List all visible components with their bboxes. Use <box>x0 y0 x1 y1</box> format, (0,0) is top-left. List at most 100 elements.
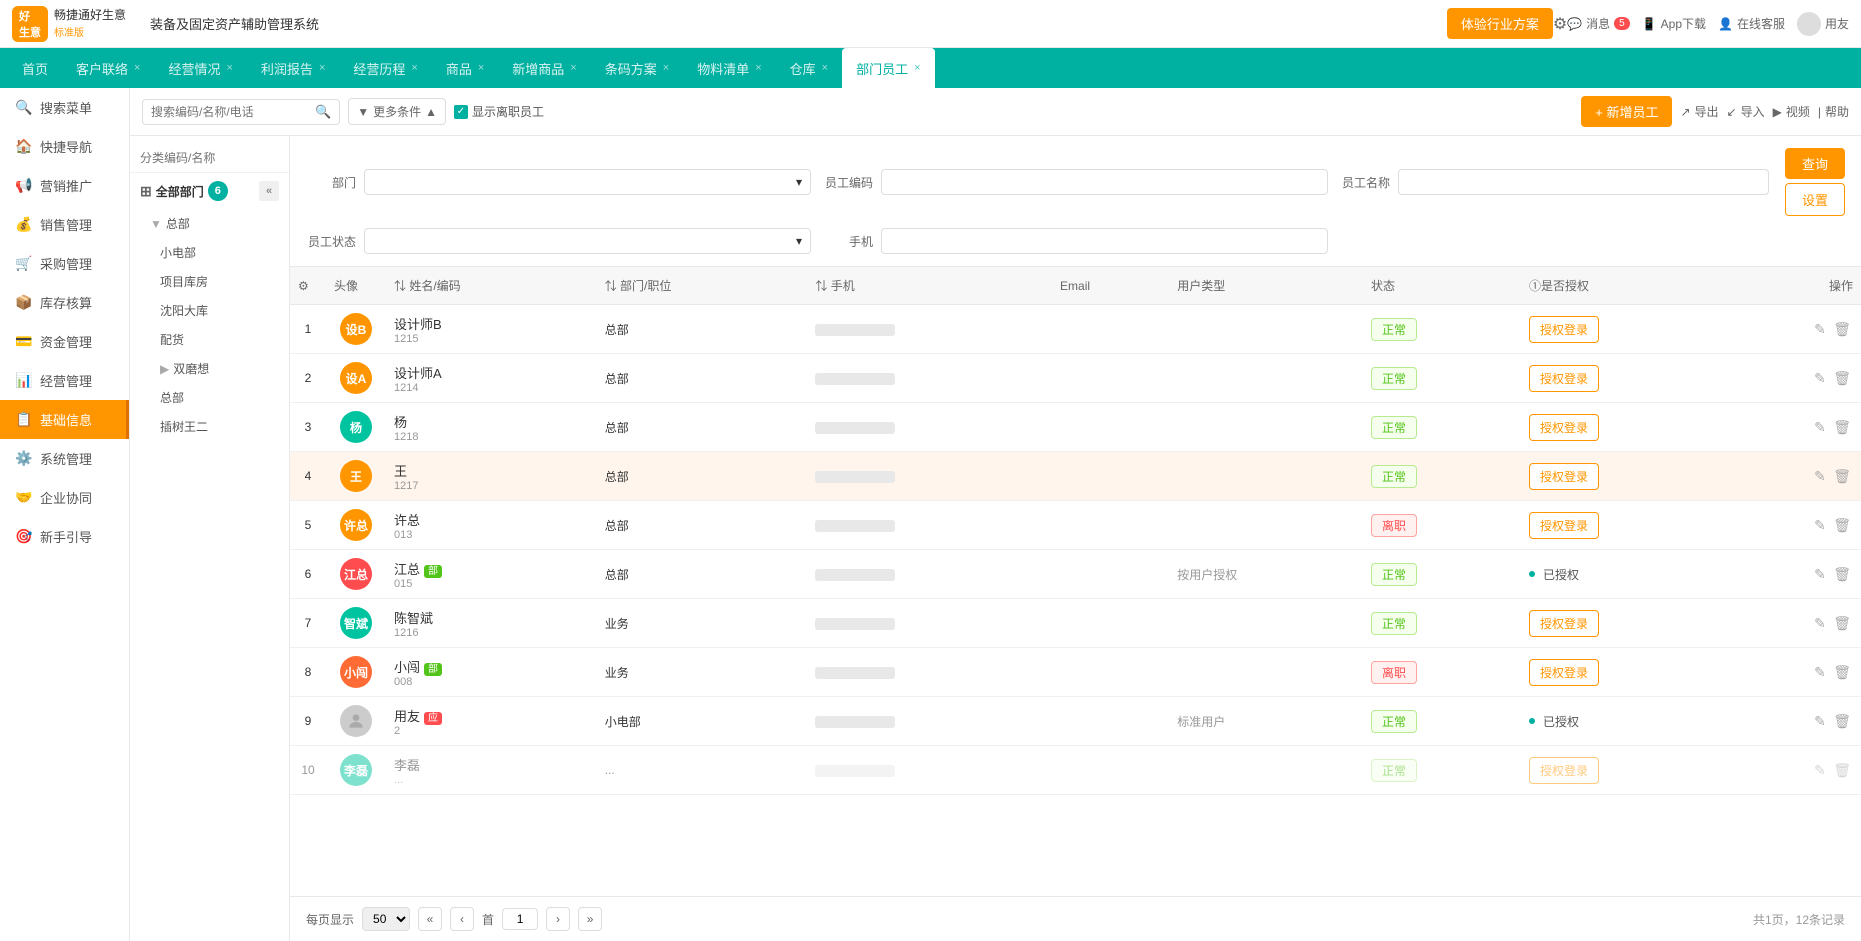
query-button[interactable]: 查询 <box>1785 148 1845 179</box>
tab-employees[interactable]: 部门员工× <box>842 48 934 88</box>
tab-bom[interactable]: 物料清单× <box>683 48 775 88</box>
close-icon[interactable]: × <box>134 62 140 74</box>
close-icon[interactable]: × <box>411 62 417 74</box>
delete-icon[interactable]: 🗑 <box>1833 762 1851 778</box>
close-icon[interactable]: × <box>319 62 325 74</box>
auth-login-button[interactable]: 授权登录 <box>1529 316 1599 343</box>
dept-item-shuangmoxiang[interactable]: ▶双磨想 <box>130 354 289 383</box>
delete-icon[interactable]: 🗑 <box>1833 615 1851 631</box>
close-icon[interactable]: × <box>914 62 920 74</box>
auth-login-button[interactable]: 授权登录 <box>1529 414 1599 441</box>
auth-login-button[interactable]: 授权登录 <box>1529 463 1599 490</box>
edit-icon[interactable]: ✎ <box>1814 370 1826 386</box>
status-filter-select[interactable]: ▾ <box>364 228 811 254</box>
collapse-dept-button[interactable]: « <box>259 181 279 201</box>
help-button[interactable]: | 帮助 <box>1818 103 1849 120</box>
sidebar-item-inventory[interactable]: 📦 库存核算 <box>0 283 129 322</box>
sidebar-item-sales[interactable]: 💰 销售管理 <box>0 205 129 244</box>
more-filter-button[interactable]: ▼ 更多条件 ▲ <box>348 98 446 125</box>
message-button[interactable]: 💬 消息 5 <box>1567 15 1630 32</box>
tab-warehouse[interactable]: 仓库× <box>776 48 842 88</box>
delete-icon[interactable]: 🗑 <box>1833 468 1851 484</box>
edit-icon[interactable]: ✎ <box>1814 321 1826 337</box>
col-dept[interactable]: ⇅ 部门/职位 <box>597 267 808 305</box>
delete-icon[interactable]: 🗑 <box>1833 713 1851 729</box>
close-icon[interactable]: × <box>663 62 669 74</box>
edit-icon[interactable]: ✎ <box>1814 419 1826 435</box>
sidebar-item-system[interactable]: ⚙️ 系统管理 <box>0 439 129 478</box>
dept-item-xiaodibu[interactable]: 小电部 <box>130 238 289 267</box>
empcode-filter-input[interactable] <box>881 169 1328 195</box>
edit-icon[interactable]: ✎ <box>1814 762 1826 778</box>
dept-all-header[interactable]: ⊞ 全部部门 6 « <box>130 173 289 209</box>
dept-item-peihuo[interactable]: 配货 <box>130 325 289 354</box>
delete-icon[interactable]: 🗑 <box>1833 419 1851 435</box>
edit-icon[interactable]: ✎ <box>1814 468 1826 484</box>
delete-icon[interactable]: 🗑 <box>1833 517 1851 533</box>
first-page-button[interactable]: « <box>418 907 442 931</box>
tab-home[interactable]: 首页 <box>8 48 62 88</box>
close-icon[interactable]: × <box>570 62 576 74</box>
delete-icon[interactable]: 🗑 <box>1833 566 1851 582</box>
auth-login-button[interactable]: 授权登录 <box>1529 610 1599 637</box>
export-button[interactable]: ↗ 导出 <box>1680 103 1718 120</box>
col-phone[interactable]: ⇅ 手机 <box>807 267 1052 305</box>
page-number-input[interactable] <box>502 908 538 930</box>
dept-item-chashuwanger[interactable]: 插树王二 <box>130 412 289 441</box>
edit-icon[interactable]: ✎ <box>1814 517 1826 533</box>
per-page-select[interactable]: 50 <box>362 907 410 931</box>
dept-item-zongbu[interactable]: ▼总部 <box>130 209 289 238</box>
sidebar-item-search[interactable]: 🔍 搜索菜单 <box>0 88 129 127</box>
edit-icon[interactable]: ✎ <box>1814 713 1826 729</box>
next-page-button[interactable]: › <box>546 907 570 931</box>
auth-login-button[interactable]: 授权登录 <box>1529 757 1599 784</box>
dept-item-zongbu2[interactable]: 总部 <box>130 383 289 412</box>
tab-profit[interactable]: 利润报告× <box>247 48 339 88</box>
tab-barcode[interactable]: 条码方案× <box>591 48 683 88</box>
online-service-button[interactable]: 👤 在线客服 <box>1718 15 1785 32</box>
dept-item-shenyangdaku[interactable]: 沈阳大库 <box>130 296 289 325</box>
close-icon[interactable]: × <box>226 62 232 74</box>
col-settings[interactable]: ⚙ <box>290 267 326 305</box>
close-icon[interactable]: × <box>478 62 484 74</box>
dept-filter-select[interactable]: ▾ <box>364 169 811 195</box>
tab-add-goods[interactable]: 新增商品× <box>498 48 590 88</box>
sidebar-item-nav[interactable]: 🏠 快捷导航 <box>0 127 129 166</box>
delete-icon[interactable]: 🗑 <box>1833 664 1851 680</box>
user-area[interactable]: 用友 <box>1797 12 1849 36</box>
sidebar-item-collab[interactable]: 🤝 企业协同 <box>0 478 129 517</box>
sidebar-item-marketing[interactable]: 📢 营销推广 <box>0 166 129 205</box>
dept-search[interactable]: 🔍 <box>130 144 289 173</box>
tab-operation[interactable]: 经营情况× <box>154 48 246 88</box>
view-button[interactable]: ▶ 视频 <box>1773 103 1810 120</box>
try-industry-button[interactable]: 体验行业方案 <box>1447 8 1553 39</box>
sidebar-item-basic[interactable]: 📋 基础信息 <box>0 400 129 439</box>
auth-login-button[interactable]: 授权登录 <box>1529 659 1599 686</box>
gear-icon[interactable]: ⚙ <box>1553 14 1567 34</box>
last-page-button[interactable]: » <box>578 907 602 931</box>
close-icon[interactable]: × <box>755 62 761 74</box>
sidebar-item-guide[interactable]: 🎯 新手引导 <box>0 517 129 556</box>
tab-customer[interactable]: 客户联络× <box>62 48 154 88</box>
auth-login-button[interactable]: 授权登录 <box>1529 512 1599 539</box>
reset-button[interactable]: 设置 <box>1785 183 1845 216</box>
edit-icon[interactable]: ✎ <box>1814 615 1826 631</box>
empname-filter-input[interactable] <box>1398 169 1769 195</box>
phone-filter-input[interactable] <box>881 228 1328 254</box>
sidebar-item-management[interactable]: 📊 经营管理 <box>0 361 129 400</box>
close-icon[interactable]: × <box>822 62 828 74</box>
tab-goods[interactable]: 商品× <box>432 48 498 88</box>
import-button[interactable]: ↙ 导入 <box>1727 103 1765 120</box>
delete-icon[interactable]: 🗑 <box>1833 321 1851 337</box>
dept-search-input[interactable] <box>140 151 290 165</box>
auth-login-button[interactable]: 授权登录 <box>1529 365 1599 392</box>
delete-icon[interactable]: 🗑 <box>1833 370 1851 386</box>
sidebar-item-purchase[interactable]: 🛒 采购管理 <box>0 244 129 283</box>
edit-icon[interactable]: ✎ <box>1814 566 1826 582</box>
search-box[interactable]: 🔍 <box>142 99 340 125</box>
show-inactive-toggle[interactable]: ✓ 显示离职员工 <box>454 103 544 120</box>
tab-history[interactable]: 经营历程× <box>339 48 431 88</box>
search-input[interactable] <box>151 105 311 119</box>
app-download-button[interactable]: 📱 App下载 <box>1642 15 1706 32</box>
prev-page-button[interactable]: ‹ <box>450 907 474 931</box>
